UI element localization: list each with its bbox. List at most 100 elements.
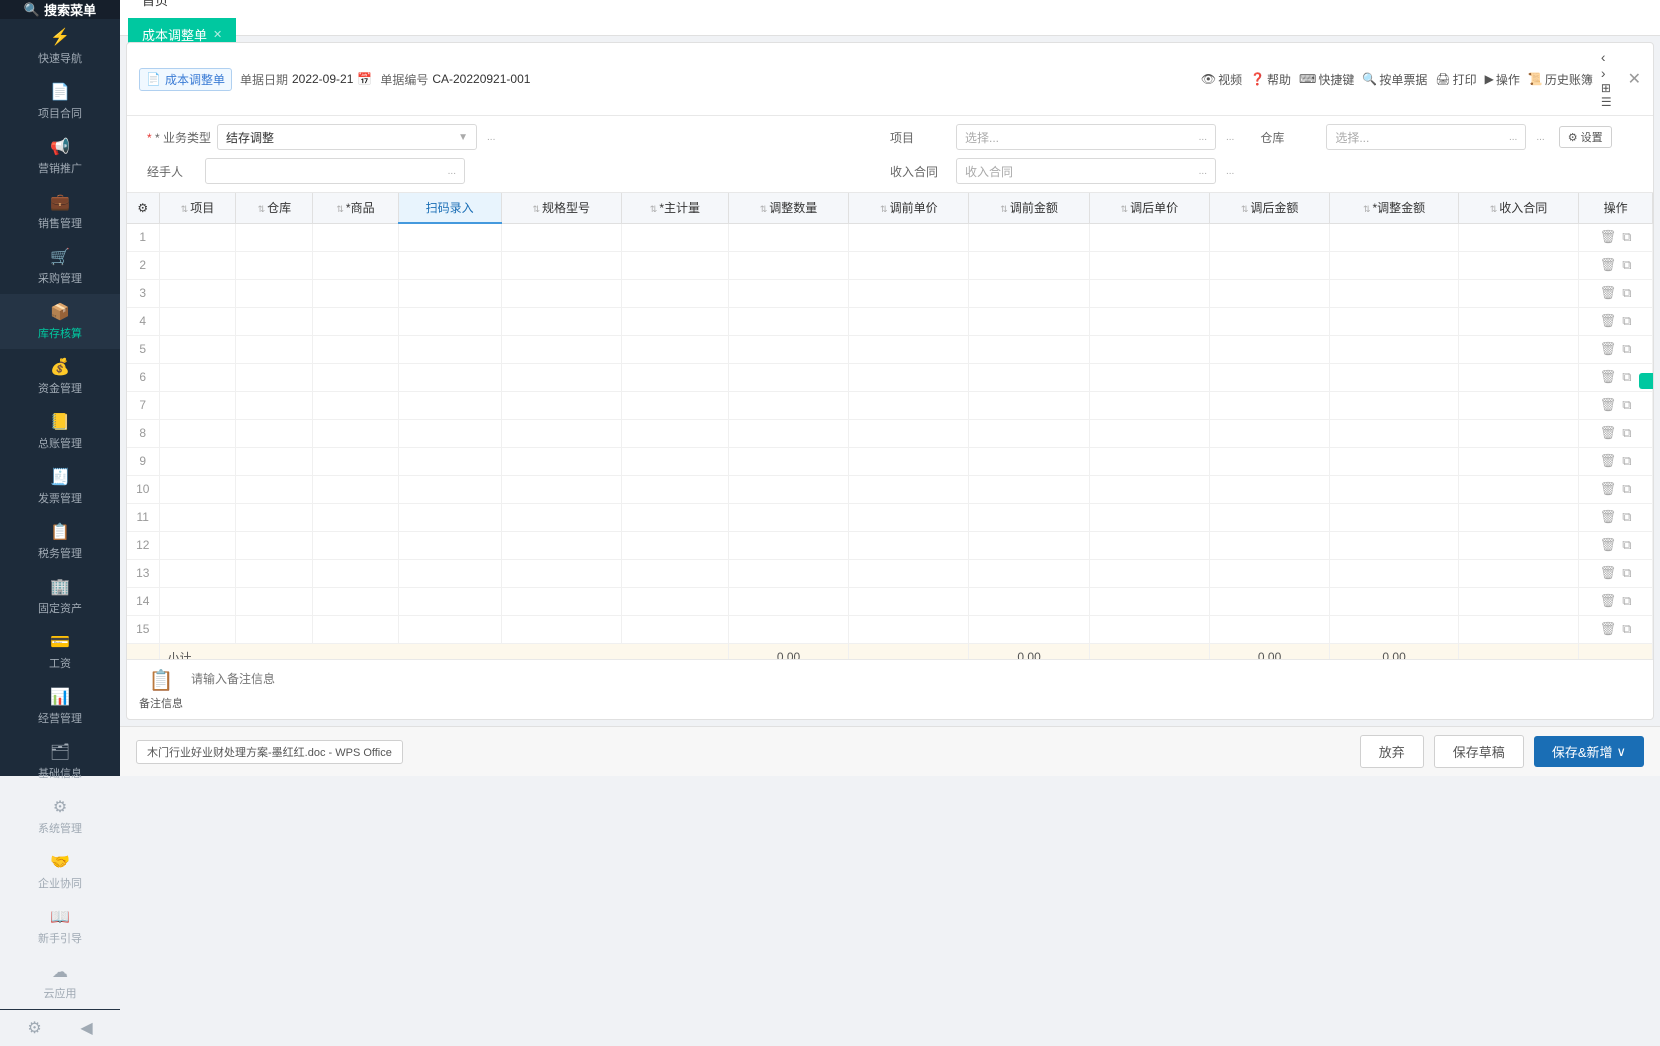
cell-before-amount[interactable] xyxy=(969,335,1089,363)
cell-after-amount[interactable] xyxy=(1209,335,1329,363)
cell-income-contract[interactable] xyxy=(1458,419,1578,447)
col-settings[interactable]: ⚙ xyxy=(127,193,159,223)
copy-icon[interactable]: ⧉ xyxy=(1622,397,1631,413)
cell-income-contract[interactable] xyxy=(1458,587,1578,615)
cell-after-amount[interactable] xyxy=(1209,475,1329,503)
cell-before-price[interactable] xyxy=(849,615,969,643)
cell-after-price[interactable] xyxy=(1089,419,1209,447)
cell-adj-amount[interactable] xyxy=(1330,391,1459,419)
cell-unit[interactable] xyxy=(621,531,728,559)
view-list-btn[interactable]: ☰ xyxy=(1601,95,1612,109)
cell-before-amount[interactable] xyxy=(969,447,1089,475)
cell-unit[interactable] xyxy=(621,503,728,531)
cell-adj-qty[interactable] xyxy=(728,503,848,531)
cell-spec[interactable] xyxy=(501,615,621,643)
business-type-input[interactable]: 结存调整 ▼ xyxy=(217,124,477,150)
cell-adj-amount[interactable] xyxy=(1330,335,1459,363)
cell-unit[interactable] xyxy=(621,335,728,363)
cell-income-contract[interactable] xyxy=(1458,307,1578,335)
notes-icon-area[interactable]: 📋 备注信息 xyxy=(139,668,183,711)
cell-product[interactable] xyxy=(313,587,398,615)
cell-unit[interactable] xyxy=(621,251,728,279)
cell-unit[interactable] xyxy=(621,391,728,419)
delete-icon[interactable]: 🗑 xyxy=(1600,369,1617,385)
cell-after-price[interactable] xyxy=(1089,307,1209,335)
collapse-icon[interactable]: ◀ xyxy=(80,1018,92,1038)
cell-income-contract[interactable] xyxy=(1458,335,1578,363)
cell-after-price[interactable] xyxy=(1089,363,1209,391)
cell-project[interactable] xyxy=(159,447,236,475)
sidebar-item-inventory[interactable]: 📦库存核算 xyxy=(0,294,120,349)
delete-icon[interactable]: 🗑 xyxy=(1600,397,1617,413)
cell-before-price[interactable] xyxy=(849,559,969,587)
cell-adj-qty[interactable] xyxy=(728,391,848,419)
cell-income-contract[interactable] xyxy=(1458,223,1578,251)
cell-before-amount[interactable] xyxy=(969,615,1089,643)
cell-scan[interactable] xyxy=(398,251,501,279)
copy-icon[interactable]: ⧉ xyxy=(1622,369,1631,385)
cell-warehouse[interactable] xyxy=(236,335,313,363)
cell-adj-amount[interactable] xyxy=(1330,363,1459,391)
cell-before-price[interactable] xyxy=(849,587,969,615)
cell-scan[interactable] xyxy=(398,335,501,363)
cell-adj-qty[interactable] xyxy=(728,447,848,475)
cell-after-amount[interactable] xyxy=(1209,587,1329,615)
cell-before-price[interactable] xyxy=(849,279,969,307)
cell-adj-amount[interactable] xyxy=(1330,251,1459,279)
cell-warehouse[interactable] xyxy=(236,531,313,559)
cell-before-price[interactable] xyxy=(849,447,969,475)
warehouse-input[interactable]: 选择... ... xyxy=(1326,124,1526,150)
cell-adj-qty[interactable] xyxy=(728,615,848,643)
save-draft-button[interactable]: 保存草稿 xyxy=(1434,735,1524,768)
cell-after-price[interactable] xyxy=(1089,223,1209,251)
cell-product[interactable] xyxy=(313,307,398,335)
cell-after-amount[interactable] xyxy=(1209,531,1329,559)
cell-scan[interactable] xyxy=(398,391,501,419)
cell-product[interactable] xyxy=(313,419,398,447)
col-scan[interactable]: 扫码录入 xyxy=(398,193,501,223)
cell-scan[interactable] xyxy=(398,279,501,307)
cell-project[interactable] xyxy=(159,531,236,559)
cell-adj-amount[interactable] xyxy=(1330,475,1459,503)
cell-project[interactable] xyxy=(159,559,236,587)
copy-icon[interactable]: ⧉ xyxy=(1622,537,1631,553)
cell-project[interactable] xyxy=(159,503,236,531)
cell-adj-qty[interactable] xyxy=(728,363,848,391)
cell-spec[interactable] xyxy=(501,251,621,279)
cell-after-price[interactable] xyxy=(1089,531,1209,559)
copy-icon[interactable]: ⧉ xyxy=(1622,509,1631,525)
cell-spec[interactable] xyxy=(501,419,621,447)
settings-button[interactable]: ⚙ 设置 xyxy=(1559,126,1612,148)
cell-before-price[interactable] xyxy=(849,363,969,391)
cell-scan[interactable] xyxy=(398,587,501,615)
sidebar-item-payroll[interactable]: 💳工资 xyxy=(0,624,120,679)
cell-income-contract[interactable] xyxy=(1458,447,1578,475)
nav-next-btn[interactable]: › xyxy=(1601,65,1612,81)
sidebar-item-ops-mgmt[interactable]: 📊经营管理 xyxy=(0,679,120,734)
cell-adj-qty[interactable] xyxy=(728,307,848,335)
cell-spec[interactable] xyxy=(501,531,621,559)
sidebar-item-collab[interactable]: 🤝企业协同 xyxy=(0,844,120,899)
sidebar-item-quick-nav[interactable]: ⚡快速导航 xyxy=(0,19,120,74)
cell-product[interactable] xyxy=(313,335,398,363)
cell-project[interactable] xyxy=(159,279,236,307)
cell-warehouse[interactable] xyxy=(236,615,313,643)
cell-scan[interactable] xyxy=(398,615,501,643)
cell-adj-qty[interactable] xyxy=(728,279,848,307)
cell-before-price[interactable] xyxy=(849,335,969,363)
cell-scan[interactable] xyxy=(398,559,501,587)
cell-income-contract[interactable] xyxy=(1458,391,1578,419)
cell-after-amount[interactable] xyxy=(1209,447,1329,475)
cell-before-price[interactable] xyxy=(849,307,969,335)
project-input[interactable]: 选择... ... xyxy=(956,124,1216,150)
copy-icon[interactable]: ⧉ xyxy=(1622,229,1631,245)
cell-spec[interactable] xyxy=(501,447,621,475)
delete-icon[interactable]: 🗑 xyxy=(1600,285,1617,301)
copy-icon[interactable]: ⧉ xyxy=(1622,453,1631,469)
income-contract-input[interactable]: 收入合同 ... xyxy=(956,158,1216,184)
cell-product[interactable] xyxy=(313,615,398,643)
cell-adj-amount[interactable] xyxy=(1330,279,1459,307)
cell-spec[interactable] xyxy=(501,335,621,363)
cell-warehouse[interactable] xyxy=(236,503,313,531)
cell-adj-qty[interactable] xyxy=(728,587,848,615)
